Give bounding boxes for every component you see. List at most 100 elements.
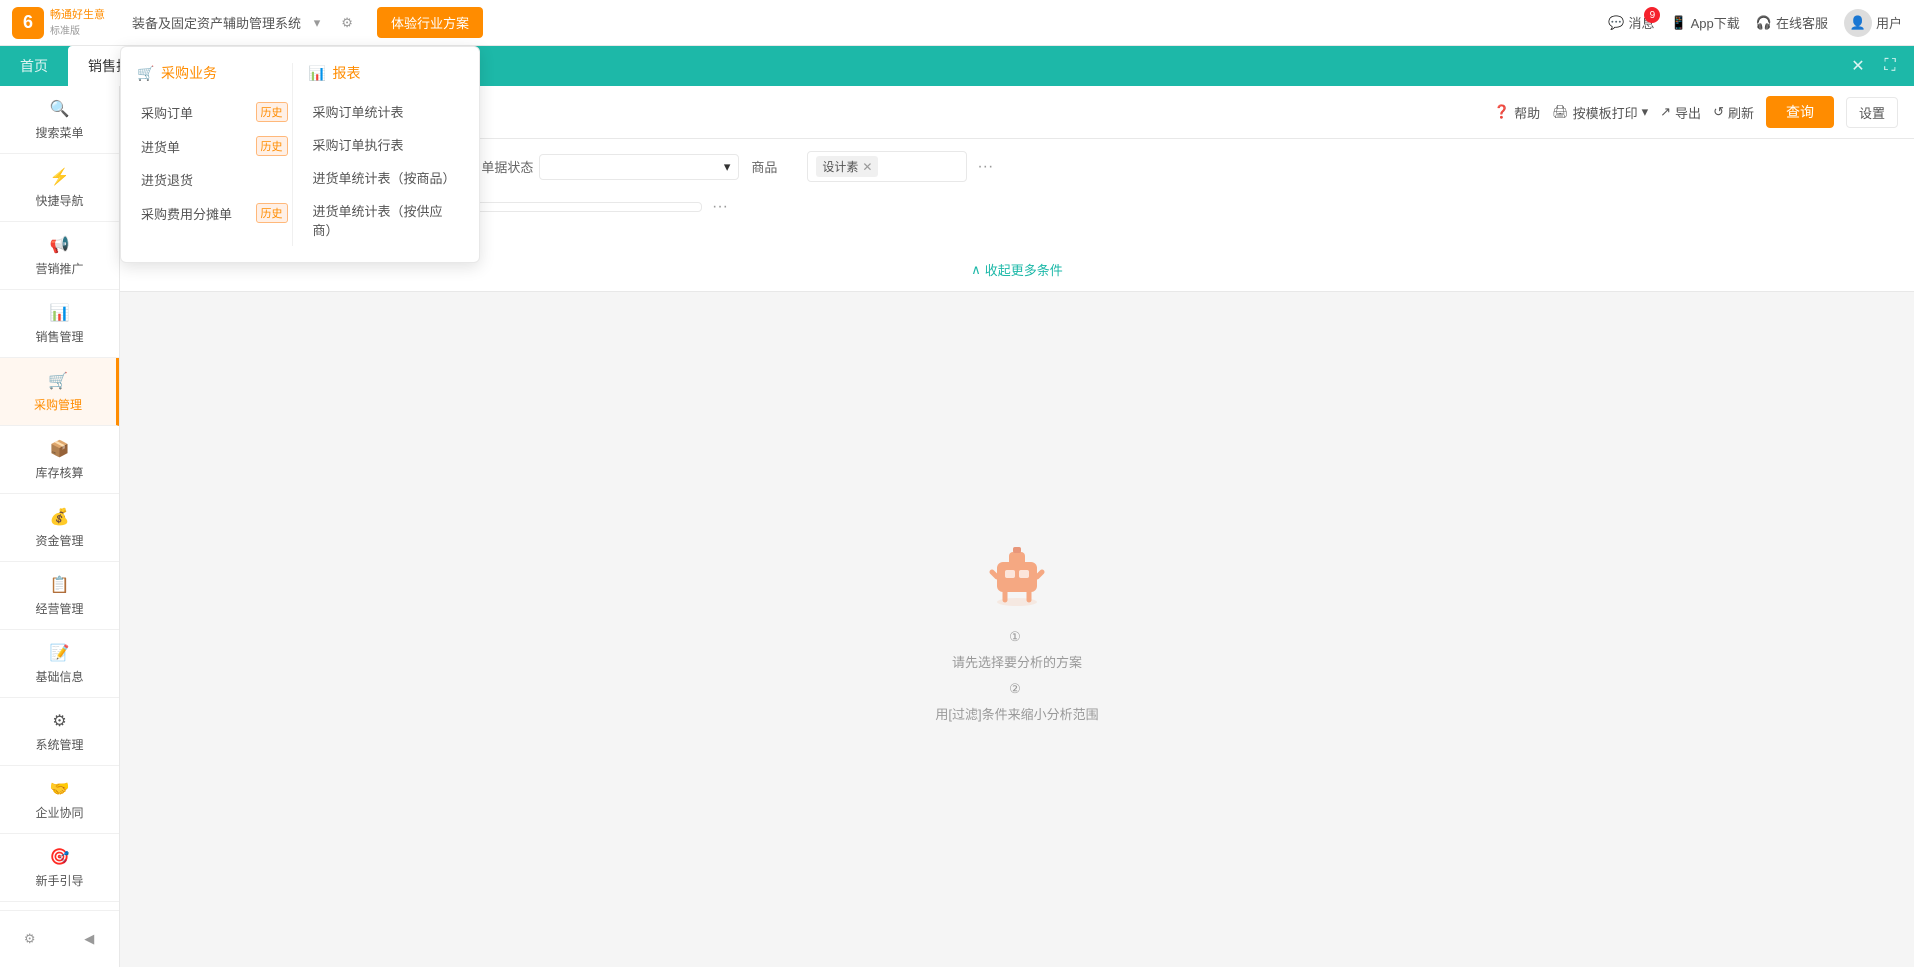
- salesperson-more-dots[interactable]: ···: [712, 198, 728, 216]
- sidebar-item-sales[interactable]: 📊 销售管理: [0, 290, 119, 358]
- sidebar-item-search[interactable]: 🔍 搜索菜单: [0, 86, 119, 154]
- export-icon: ↗: [1660, 104, 1671, 120]
- sidebar-item-quick-nav[interactable]: ⚡ 快捷导航: [0, 154, 119, 222]
- export-button[interactable]: ↗ 导出: [1660, 103, 1701, 122]
- empty-illustration: [977, 532, 1057, 612]
- sidebar-item-system[interactable]: ⚙ 系统管理: [0, 698, 119, 766]
- online-service-label: 在线客服: [1776, 13, 1828, 32]
- menu-item-inbound-stat-supplier[interactable]: 进货单统计表（按供应商）: [309, 194, 464, 246]
- menu-item-inbound[interactable]: 进货单 历史: [137, 129, 292, 163]
- purchase-icon: 🛒: [47, 370, 69, 392]
- print-button[interactable]: 🖨 按模板打印 ▾: [1552, 103, 1648, 122]
- logo-area: 6 畅通好生意 标准版: [12, 7, 132, 39]
- sidebar-collapse-btn[interactable]: ◀: [71, 921, 107, 957]
- sidebar-bottom: ⚙ ◀: [0, 910, 119, 967]
- report-section-icon: 📊: [309, 64, 327, 82]
- refresh-button[interactable]: ↺ 刷新: [1713, 103, 1754, 122]
- purchase-section-title: 🛒 采购业务: [137, 63, 292, 83]
- trial-button[interactable]: 体验行业方案: [377, 7, 483, 38]
- goods-label: 商品: [751, 157, 801, 176]
- system-name-area: 装备及固定资产辅助管理系统 ▾ ⚙ 体验行业方案: [132, 7, 1588, 38]
- export-label: 导出: [1675, 103, 1701, 122]
- headset-icon: 🎧: [1756, 15, 1772, 31]
- tab-home[interactable]: 首页: [0, 46, 68, 86]
- purchase-order-exec-label: 采购订单执行表: [313, 135, 404, 154]
- inbound-stat-goods-label: 进货单统计表（按商品）: [313, 168, 456, 187]
- sales-icon: 📊: [49, 302, 71, 324]
- sidebar-label-inventory: 库存核算: [35, 464, 83, 481]
- report-section-label: 报表: [333, 63, 361, 83]
- top-header: 6 畅通好生意 标准版 装备及固定资产辅助管理系统 ▾ ⚙ 体验行业方案 💬 消…: [0, 0, 1914, 46]
- status-select[interactable]: ▾: [539, 154, 739, 180]
- goods-tag-close[interactable]: ✕: [862, 160, 872, 174]
- sidebar-item-guide[interactable]: 🎯 新手引导: [0, 834, 119, 902]
- refresh-label: 刷新: [1728, 103, 1754, 122]
- salesperson-input[interactable]: [462, 202, 702, 212]
- sidebar-settings-btn[interactable]: ⚙: [12, 921, 48, 957]
- sidebar-label-marketing: 营销推广: [35, 260, 83, 277]
- history-badge-1: 历史: [256, 136, 288, 156]
- settings-button[interactable]: 设置: [1846, 97, 1898, 128]
- history-badge-3: 历史: [256, 203, 288, 223]
- sidebar-item-finance[interactable]: 💰 资金管理: [0, 494, 119, 562]
- status-dropdown-arrow: ▾: [724, 159, 731, 175]
- query-button[interactable]: 查询: [1766, 96, 1834, 128]
- purchase-dropdown-menu: 🛒 采购业务 采购订单 历史 进货单 历史 进货退货 采购费用分摊单 历史 📊: [120, 46, 480, 263]
- menu-item-purchase-order-exec[interactable]: 采购订单执行表: [309, 128, 464, 161]
- sidebar-label-enterprise: 企业协同: [35, 804, 83, 821]
- sidebar-item-operation[interactable]: 📋 经营管理: [0, 562, 119, 630]
- close-window-icon[interactable]: ✕: [1846, 54, 1870, 78]
- message-button[interactable]: 💬 消息 9: [1608, 13, 1654, 32]
- collapse-button[interactable]: ∧ 收起更多条件: [971, 260, 1063, 279]
- menu-item-purchase-order-stat[interactable]: 采购订单统计表: [309, 95, 464, 128]
- system-settings-icon[interactable]: ⚙: [333, 9, 361, 37]
- menu-item-purchase-order[interactable]: 采购订单 历史: [137, 95, 292, 129]
- help-icon: ❓: [1494, 104, 1510, 120]
- sidebar-label-sales: 销售管理: [35, 328, 83, 345]
- logo-icon: 6: [12, 7, 44, 39]
- goods-input[interactable]: 设计素 ✕: [807, 151, 967, 182]
- menu-item-inbound-stat-goods[interactable]: 进货单统计表（按商品）: [309, 161, 464, 194]
- message-badge: 9: [1644, 7, 1660, 23]
- dropdown-sections: 🛒 采购业务 采购订单 历史 进货单 历史 进货退货 采购费用分摊单 历史 📊: [137, 63, 463, 246]
- empty-state: ① 请先选择要分析的方案 ② 用[过滤]条件来缩小分析范围: [120, 292, 1914, 967]
- empty-tips: ① 请先选择要分析的方案 ② 用[过滤]条件来缩小分析范围: [935, 624, 1098, 728]
- user-button[interactable]: 👤 用户: [1844, 9, 1902, 37]
- app-download-button[interactable]: 📱 App下载: [1670, 13, 1739, 32]
- menu-item-inbound-return[interactable]: 进货退货: [137, 163, 292, 196]
- sidebar-item-purchase[interactable]: 🛒 采购管理: [0, 358, 119, 426]
- inbound-return-label: 进货退货: [141, 170, 193, 189]
- report-section-title: 📊 报表: [309, 63, 464, 83]
- print-dropdown-arrow[interactable]: ▾: [1642, 104, 1649, 120]
- sidebar-label-quick-nav: 快捷导航: [35, 192, 83, 209]
- sidebar-label-basic: 基础信息: [35, 668, 83, 685]
- menu-item-purchase-cost[interactable]: 采购费用分摊单 历史: [137, 196, 292, 230]
- refresh-icon: ↺: [1713, 104, 1724, 120]
- header-right: 💬 消息 9 📱 App下载 🎧 在线客服 👤 用户: [1608, 9, 1902, 37]
- online-service-button[interactable]: 🎧 在线客服: [1756, 13, 1828, 32]
- guide-icon: 🎯: [49, 846, 71, 868]
- collapse-arrow-icon: ∧: [971, 262, 981, 278]
- maximize-icon[interactable]: ⛶: [1878, 54, 1902, 78]
- goods-more-dots[interactable]: ···: [977, 158, 993, 176]
- purchase-section-icon: 🛒: [137, 64, 155, 82]
- sidebar-item-enterprise[interactable]: 🤝 企业协同: [0, 766, 119, 834]
- history-badge-0: 历史: [256, 102, 288, 122]
- app-download-label: App下载: [1691, 13, 1740, 32]
- status-filter: 单据状态 ▾: [481, 154, 739, 180]
- sidebar-item-basic[interactable]: 📝 基础信息: [0, 630, 119, 698]
- message-icon: 💬: [1608, 15, 1624, 31]
- status-label: 单据状态: [481, 157, 533, 176]
- empty-tip-2: ② 用[过滤]条件来缩小分析范围: [935, 676, 1098, 728]
- sidebar-label-guide: 新手引导: [35, 872, 83, 889]
- sidebar-item-inventory[interactable]: 📦 库存核算: [0, 426, 119, 494]
- operation-icon: 📋: [49, 574, 71, 596]
- goods-tag: 设计素 ✕: [816, 156, 878, 177]
- purchase-section: 🛒 采购业务 采购订单 历史 进货单 历史 进货退货 采购费用分摊单 历史: [137, 63, 292, 246]
- sidebar-label-finance: 资金管理: [35, 532, 83, 549]
- user-label: 用户: [1876, 13, 1902, 32]
- help-button[interactable]: ❓ 帮助: [1494, 103, 1540, 122]
- sidebar-item-marketing[interactable]: 📢 营销推广: [0, 222, 119, 290]
- print-icon: 🖨: [1552, 104, 1569, 120]
- system-dropdown-arrow[interactable]: ▾: [309, 15, 325, 31]
